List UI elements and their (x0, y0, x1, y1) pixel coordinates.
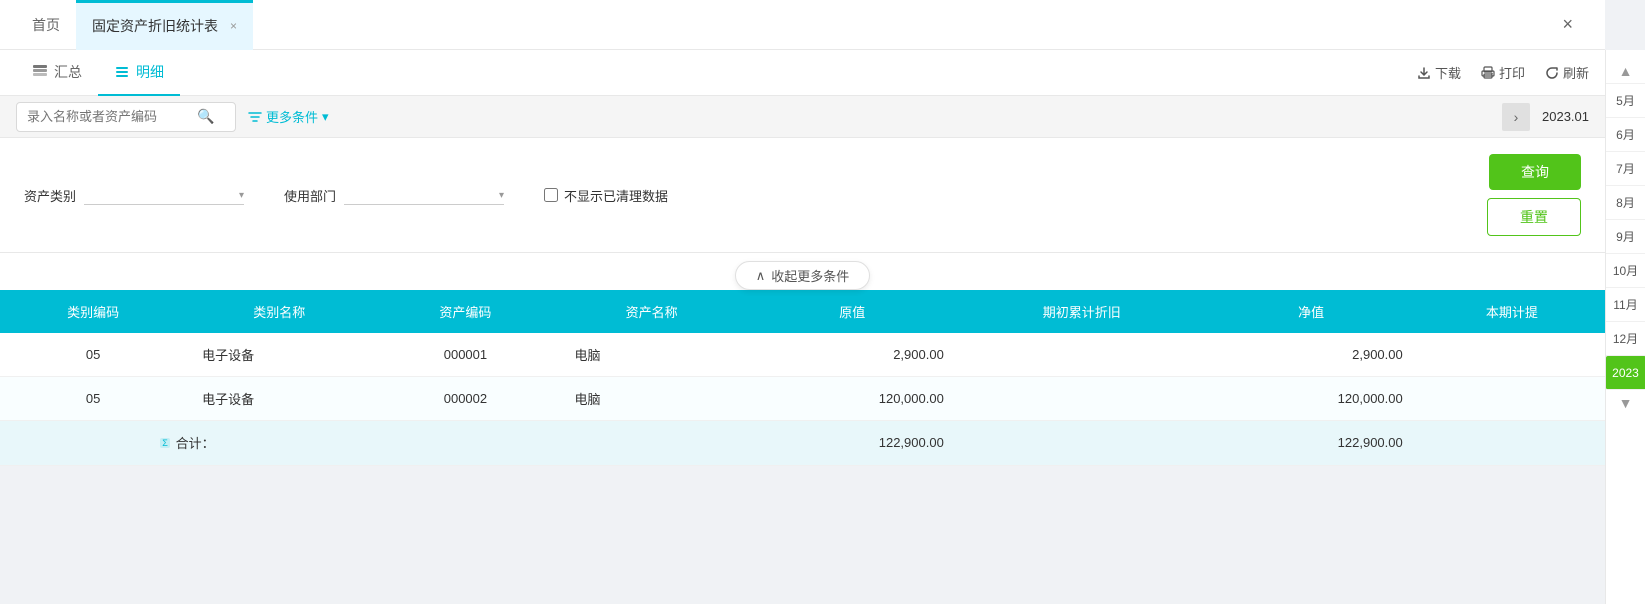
nav-arrow-right[interactable]: › (1502, 103, 1530, 131)
table-wrap: 类别编码 类别名称 资产编码 资产名称 原值 期初累计折旧 净值 本期计提 05… (0, 290, 1605, 466)
total-acc-dep (960, 421, 1204, 466)
summary-tab-label: 汇总 (54, 62, 82, 82)
refresh-icon (1545, 66, 1559, 80)
date-label: 2023.01 (1542, 109, 1589, 124)
chevron-down-icon: ▾ (322, 109, 329, 125)
col-asset-code: 资产编码 (372, 290, 558, 333)
cell-cat-code-1: 05 (0, 333, 186, 377)
department-select[interactable] (344, 185, 504, 205)
more-conditions-button[interactable]: 更多条件 ▾ (248, 107, 329, 126)
cell-acc-dep-1 (960, 333, 1204, 377)
cell-asset-name-2: 电脑 (559, 377, 745, 421)
col-period-dep: 本期计提 (1419, 290, 1605, 333)
refresh-button[interactable]: 刷新 (1545, 63, 1589, 82)
sidebar-month-9[interactable]: 9月 (1606, 220, 1645, 254)
layers-icon (32, 64, 48, 80)
col-net-value: 净值 (1204, 290, 1419, 333)
sidebar-month-5[interactable]: 5月 (1606, 84, 1645, 118)
hide-cleared-filter: 不显示已清理数据 (544, 186, 668, 205)
toolbar-right: 下载 打印 刷新 (1417, 63, 1589, 82)
total-net-val: 122,900.00 (1204, 421, 1419, 466)
cell-orig-val-1: 2,900.00 (745, 333, 960, 377)
reset-button[interactable]: 重置 (1487, 198, 1581, 236)
asset-category-filter: 资产类别 ▾ (24, 185, 244, 205)
col-category-name: 类别名称 (186, 290, 372, 333)
collapse-label: 收起更多条件 (771, 266, 849, 285)
cell-acc-dep-2 (960, 377, 1204, 421)
asset-category-select[interactable] (84, 185, 244, 205)
sigma-icon: Σ (158, 436, 172, 450)
right-sidebar: ▲ 5月 6月 7月 8月 9月 10月 11月 12月 2023 ▼ (1605, 50, 1645, 604)
total-period-dep (1419, 421, 1605, 466)
detail-tab-label: 明细 (136, 62, 164, 82)
asset-table: 类别编码 类别名称 资产编码 资产名称 原值 期初累计折旧 净值 本期计提 05… (0, 290, 1605, 466)
asset-category-label: 资产类别 (24, 186, 76, 205)
hide-cleared-checkbox[interactable] (544, 188, 558, 202)
filter-icon (248, 110, 262, 124)
table-row: 05 电子设备 000001 电脑 2,900.00 2,900.00 (0, 333, 1605, 377)
cell-cat-name-1: 电子设备 (186, 333, 372, 377)
collapse-button[interactable]: ∧ 收起更多条件 (735, 261, 871, 290)
col-original-value: 原值 (745, 290, 960, 333)
cell-asset-code-2: 000002 (372, 377, 558, 421)
filter-area: 资产类别 ▾ 使用部门 ▾ 不显示已清理数 (0, 138, 1605, 253)
table-header-row: 类别编码 类别名称 资产编码 资产名称 原值 期初累计折旧 净值 本期计提 (0, 290, 1605, 333)
cell-asset-code-1: 000001 (372, 333, 558, 377)
total-orig-val: 122,900.00 (745, 421, 960, 466)
sidebar-month-10[interactable]: 10月 (1606, 254, 1645, 288)
sidebar-up-icon[interactable]: ▲ (1606, 58, 1645, 84)
sidebar-down-icon[interactable]: ▼ (1606, 390, 1645, 416)
cell-cat-name-2: 电子设备 (186, 377, 372, 421)
search-icon[interactable]: 🔍 (197, 108, 214, 125)
cell-asset-name-1: 电脑 (559, 333, 745, 377)
total-label-cell: Σ 合计： (0, 421, 372, 466)
table-row: 05 电子设备 000002 电脑 120,000.00 120,000.00 (0, 377, 1605, 421)
sidebar-year-2023[interactable]: 2023 (1606, 356, 1645, 390)
collapse-bar: ∧ 收起更多条件 (0, 253, 1605, 290)
col-asset-name: 资产名称 (559, 290, 745, 333)
action-buttons: 查询 重置 (1487, 154, 1581, 236)
tab-detail[interactable]: 明细 (98, 50, 180, 96)
department-label: 使用部门 (284, 186, 336, 205)
search-input[interactable] (27, 109, 197, 124)
col-category-code: 类别编码 (0, 290, 186, 333)
home-tab[interactable]: 首页 (16, 15, 76, 35)
download-icon (1417, 66, 1431, 80)
active-tab[interactable]: 固定资产折旧统计表 × (76, 0, 253, 50)
sidebar-month-6[interactable]: 6月 (1606, 118, 1645, 152)
cell-net-val-2: 120,000.00 (1204, 377, 1419, 421)
cell-cat-code-2: 05 (0, 377, 186, 421)
tab-summary[interactable]: 汇总 (16, 50, 98, 96)
sidebar-month-12[interactable]: 12月 (1606, 322, 1645, 356)
download-button[interactable]: 下载 (1417, 63, 1461, 82)
asset-category-select-wrap: ▾ (84, 185, 244, 205)
sidebar-month-11[interactable]: 11月 (1606, 288, 1645, 322)
cell-orig-val-2: 120,000.00 (745, 377, 960, 421)
list-icon (114, 64, 130, 80)
department-filter: 使用部门 ▾ (284, 185, 504, 205)
print-icon (1481, 66, 1495, 80)
sidebar-month-8[interactable]: 8月 (1606, 186, 1645, 220)
sub-tabs-bar: 汇总 明细 下载 (0, 50, 1605, 96)
query-button[interactable]: 查询 (1489, 154, 1581, 190)
chevron-right-icon: › (1514, 109, 1519, 125)
print-button[interactable]: 打印 (1481, 63, 1525, 82)
svg-text:Σ: Σ (162, 438, 168, 448)
cell-net-val-1: 2,900.00 (1204, 333, 1419, 377)
cell-period-dep-2 (1419, 377, 1605, 421)
col-accumulated-dep: 期初累计折旧 (960, 290, 1204, 333)
top-nav: 首页 固定资产折旧统计表 × × (0, 0, 1605, 50)
tab-close-icon[interactable]: × (230, 19, 237, 33)
hide-cleared-label: 不显示已清理数据 (564, 186, 668, 205)
search-input-wrap: 🔍 (16, 102, 236, 132)
department-select-wrap: ▾ (344, 185, 504, 205)
search-bar: 🔍 更多条件 ▾ › 2023.01 (0, 96, 1605, 138)
sidebar-month-7[interactable]: 7月 (1606, 152, 1645, 186)
chevron-up-icon: ∧ (756, 268, 766, 284)
window-close-icon[interactable]: × (1546, 14, 1589, 35)
table-total-row: Σ 合计： 122,900.00 122,900.00 (0, 421, 1605, 466)
tab-label: 固定资产折旧统计表 (92, 16, 218, 36)
cell-period-dep-1 (1419, 333, 1605, 377)
filter-row: 资产类别 ▾ 使用部门 ▾ 不显示已清理数 (24, 154, 1581, 236)
